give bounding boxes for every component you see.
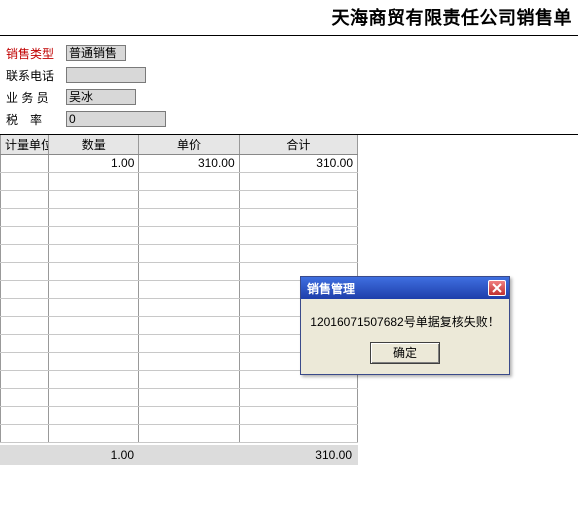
cell-qty[interactable] (49, 244, 139, 262)
salesman-label: 业 务 员 (6, 89, 66, 106)
table-row[interactable] (1, 208, 358, 226)
cell-qty[interactable]: 1.00 (49, 154, 139, 172)
cell-unit[interactable] (1, 424, 49, 442)
contact-phone-field[interactable] (66, 67, 146, 83)
cell-unit[interactable] (1, 244, 49, 262)
totals-total: 310.00 (238, 445, 356, 465)
cell-qty[interactable] (49, 388, 139, 406)
table-row[interactable] (1, 424, 358, 442)
cell-qty[interactable] (49, 424, 139, 442)
table-row[interactable] (1, 172, 358, 190)
cell-price[interactable] (139, 262, 239, 280)
cell-total[interactable] (239, 424, 357, 442)
form-area: 销售类型 普通销售 联系电话 业 务 员 吴冰 税 率 0 (0, 36, 578, 134)
alert-dialog: 销售管理 12016071507682号单据复核失败！ 确定 (300, 276, 510, 375)
cell-total[interactable] (239, 208, 357, 226)
title-text: 天海商贸有限责任公司销售单 (332, 8, 573, 28)
cell-qty[interactable] (49, 298, 139, 316)
salesman-field[interactable]: 吴冰 (66, 89, 136, 105)
cell-price[interactable] (139, 388, 239, 406)
cell-unit[interactable] (1, 406, 49, 424)
totals-qty: 1.00 (48, 445, 138, 465)
table-row[interactable] (1, 406, 358, 424)
cell-qty[interactable] (49, 262, 139, 280)
tax-rate-label: 税 率 (6, 111, 66, 128)
cell-price[interactable] (139, 424, 239, 442)
tax-rate-field[interactable]: 0 (66, 111, 166, 127)
cell-unit[interactable] (1, 280, 49, 298)
cell-price[interactable] (139, 406, 239, 424)
col-price[interactable]: 单价 (139, 135, 239, 154)
close-icon[interactable] (488, 280, 506, 296)
cell-total[interactable] (239, 226, 357, 244)
cell-unit[interactable] (1, 370, 49, 388)
cell-total[interactable] (239, 244, 357, 262)
cell-qty[interactable] (49, 406, 139, 424)
cell-price[interactable] (139, 280, 239, 298)
cell-price[interactable] (139, 172, 239, 190)
cell-unit[interactable] (1, 388, 49, 406)
ok-button[interactable]: 确定 (370, 342, 440, 364)
cell-unit[interactable] (1, 154, 49, 172)
totals-row: 1.00 310.00 (0, 445, 358, 465)
sale-type-label: 销售类型 (6, 45, 66, 62)
table-row[interactable] (1, 226, 358, 244)
table-row[interactable] (1, 190, 358, 208)
col-qty[interactable]: 数量 (49, 135, 139, 154)
contact-phone-label: 联系电话 (6, 67, 66, 84)
cell-unit[interactable] (1, 208, 49, 226)
cell-total[interactable] (239, 406, 357, 424)
cell-price[interactable] (139, 244, 239, 262)
cell-total[interactable] (239, 190, 357, 208)
cell-qty[interactable] (49, 208, 139, 226)
cell-total[interactable]: 310.00 (239, 154, 357, 172)
col-total[interactable]: 合计 (239, 135, 357, 154)
dialog-titlebar[interactable]: 销售管理 (301, 277, 509, 299)
cell-qty[interactable] (49, 190, 139, 208)
cell-unit[interactable] (1, 172, 49, 190)
cell-total[interactable] (239, 388, 357, 406)
sale-type-field[interactable]: 普通销售 (66, 45, 126, 61)
cell-price[interactable] (139, 208, 239, 226)
cell-unit[interactable] (1, 334, 49, 352)
cell-price[interactable] (139, 298, 239, 316)
table-row[interactable] (1, 244, 358, 262)
page-title: 天海商贸有限责任公司销售单 (0, 0, 578, 36)
cell-qty[interactable] (49, 226, 139, 244)
col-unit[interactable]: 计量单位 (1, 135, 49, 154)
cell-price[interactable] (139, 370, 239, 388)
cell-unit[interactable] (1, 298, 49, 316)
cell-qty[interactable] (49, 172, 139, 190)
table-row[interactable] (1, 388, 358, 406)
cell-price[interactable] (139, 334, 239, 352)
table-row[interactable]: 1.00310.00310.00 (1, 154, 358, 172)
dialog-message: 12016071507682号单据复核失败！ (309, 313, 501, 330)
cell-unit[interactable] (1, 262, 49, 280)
cell-unit[interactable] (1, 226, 49, 244)
cell-price[interactable] (139, 352, 239, 370)
cell-unit[interactable] (1, 316, 49, 334)
cell-price[interactable] (139, 226, 239, 244)
cell-price[interactable] (139, 316, 239, 334)
cell-unit[interactable] (1, 352, 49, 370)
cell-qty[interactable] (49, 316, 139, 334)
cell-total[interactable] (239, 172, 357, 190)
cell-qty[interactable] (49, 280, 139, 298)
cell-qty[interactable] (49, 370, 139, 388)
cell-price[interactable] (139, 190, 239, 208)
cell-qty[interactable] (49, 334, 139, 352)
dialog-title-text: 销售管理 (307, 280, 355, 297)
cell-qty[interactable] (49, 352, 139, 370)
cell-unit[interactable] (1, 190, 49, 208)
cell-price[interactable]: 310.00 (139, 154, 239, 172)
header-row: 计量单位 数量 单价 合计 (1, 135, 358, 154)
